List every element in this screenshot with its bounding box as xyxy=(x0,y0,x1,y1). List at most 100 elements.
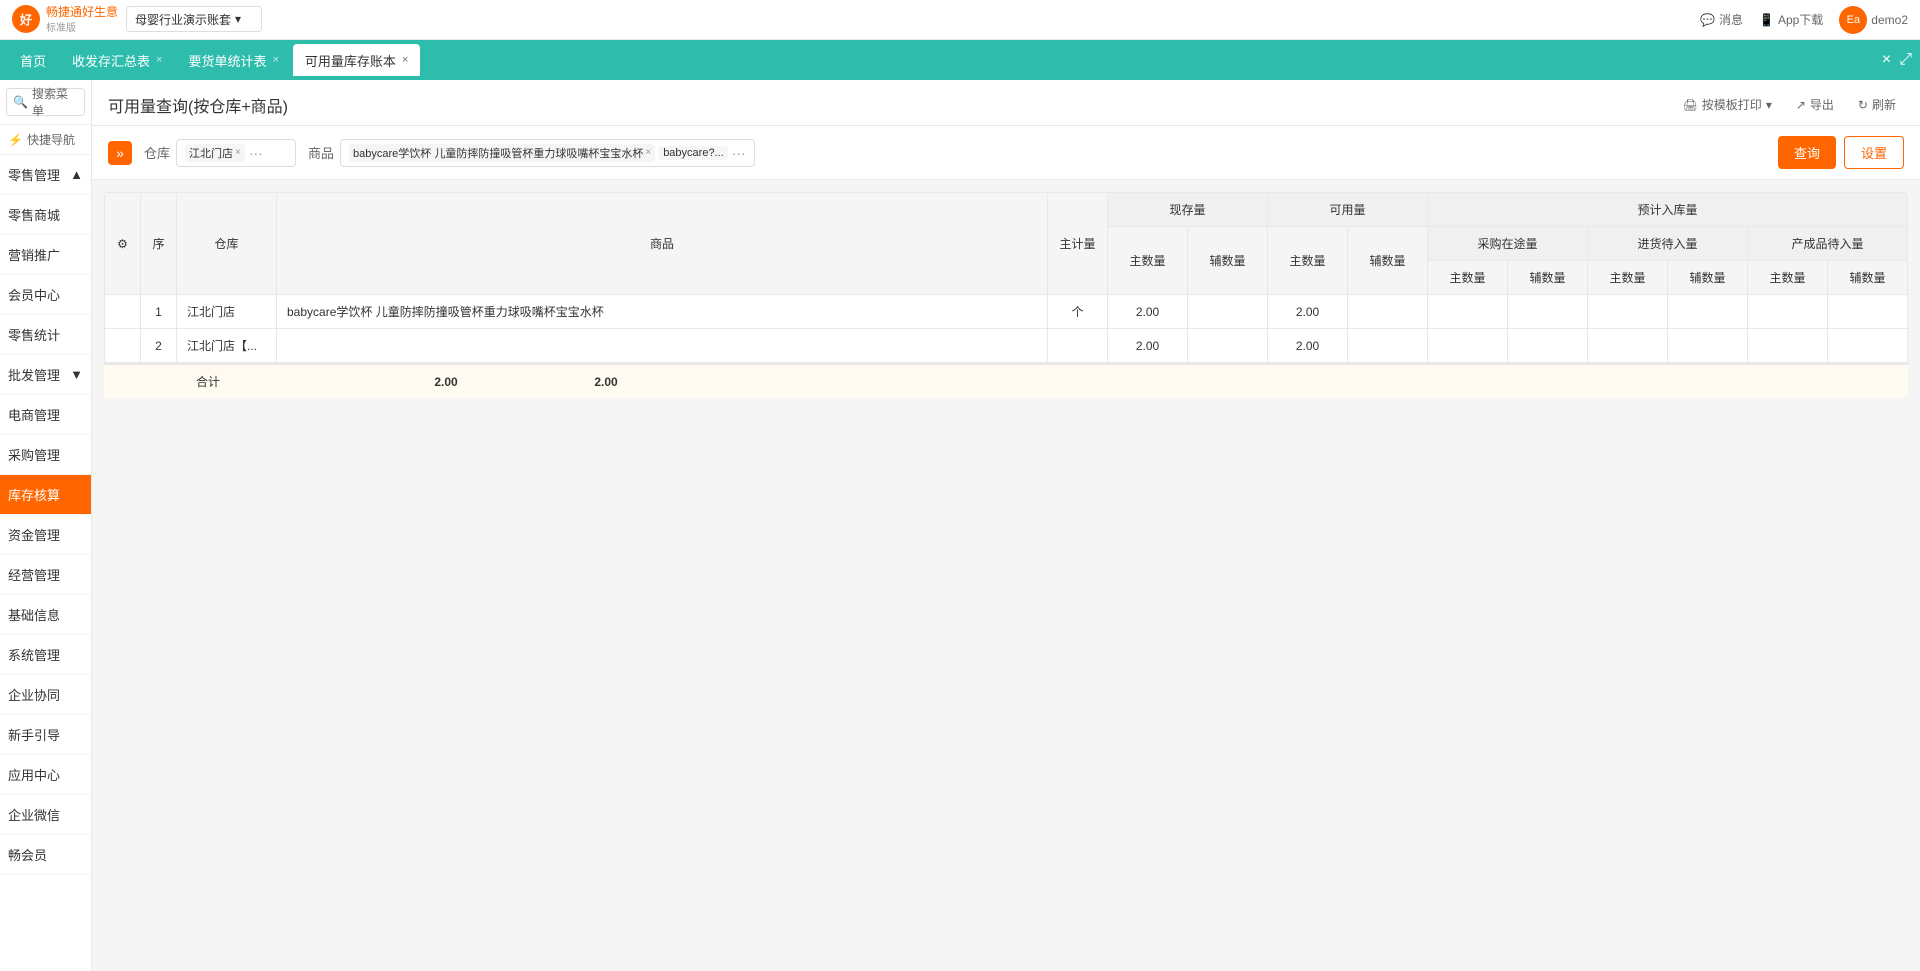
query-button[interactable]: 查询 xyxy=(1778,136,1836,169)
tab-yao-huo-dan[interactable]: 要货单统计表 × xyxy=(176,44,290,76)
tab-close-icon[interactable]: × xyxy=(272,54,278,66)
row-unit xyxy=(1048,329,1108,363)
sidebar-item-member-center[interactable]: 会员中心 xyxy=(0,275,91,315)
page-header: 可用量查询(按仓库+商品) 🖨 按模板打印 ▾ ↗ 导出 ↻ 刷新 xyxy=(92,80,1920,126)
row-avail-main: 2.00 xyxy=(1268,329,1348,363)
top-bar: 好 畅捷通好生意 标准版 母婴行业演示账套 ▾ 💬 消息 📱 App下载 Ea … xyxy=(0,0,1920,40)
sidebar-item-enterprise-collab[interactable]: 企业协同 xyxy=(0,675,91,715)
sidebar-search-section: 🔍 搜索菜单 xyxy=(0,80,91,125)
sidebar-item-enterprise-wechat[interactable]: 企业微信 xyxy=(0,795,91,835)
row-stock-aux xyxy=(1188,295,1268,329)
tab-close-icon[interactable]: × xyxy=(156,54,162,66)
sidebar-item-purchase[interactable]: 采购管理 xyxy=(0,435,91,475)
top-bar-right: 💬 消息 📱 App下载 Ea demo2 xyxy=(1700,6,1908,34)
product-ellipsis-icon[interactable]: ··· xyxy=(732,145,746,161)
filter-toggle-btn[interactable]: » xyxy=(108,141,132,165)
message-icon: 💬 xyxy=(1700,13,1715,27)
tab-ke-yong-liang[interactable]: 可用量库存账本 × xyxy=(293,44,420,76)
close-all-tabs-icon[interactable]: × xyxy=(1882,51,1891,69)
th-product: 商品 xyxy=(277,193,1048,295)
th-settings[interactable]: ⚙ xyxy=(105,193,141,295)
data-table: ⚙ 序 仓库 商品 主计量 现存量 可用量 预计入库量 主数量 辅数量 主数量 … xyxy=(104,192,1908,363)
expand-icon[interactable]: ⤢ xyxy=(1899,51,1912,69)
table-footer: 合计 2.00 2.00 xyxy=(104,363,1908,398)
sidebar-item-new-guide[interactable]: 新手引导 xyxy=(0,715,91,755)
sidebar-item-ecommerce[interactable]: 电商管理 xyxy=(0,395,91,435)
row-settings-cell xyxy=(105,295,141,329)
sidebar-item-finance[interactable]: 资金管理 xyxy=(0,515,91,555)
settings-button[interactable]: 设置 xyxy=(1844,136,1904,169)
row-product-aux xyxy=(1828,295,1908,329)
row-product-aux xyxy=(1828,329,1908,363)
export-icon: ↗ xyxy=(1796,98,1806,112)
row-settings-cell xyxy=(105,329,141,363)
row-product-main xyxy=(1748,329,1828,363)
top-bar-left: 好 畅捷通好生意 标准版 母婴行业演示账套 ▾ xyxy=(12,5,262,34)
th-product-aux: 辅数量 xyxy=(1828,261,1908,295)
tab-shou-fa-cun[interactable]: 收发存汇总表 × xyxy=(60,44,174,76)
sidebar-item-quick-nav[interactable]: ⚡ 快捷导航 xyxy=(0,125,91,155)
product-input[interactable]: babycare学饮杯 儿童防摔防撞吸管杯重力球吸嘴杯宝宝水杯 × babyca… xyxy=(340,139,755,167)
row-avail-main: 2.00 xyxy=(1268,295,1348,329)
row-product: babycare学饮杯 儿童防摔防撞吸管杯重力球吸嘴杯宝宝水杯 xyxy=(277,295,1048,329)
export-btn[interactable]: ↗ 导出 xyxy=(1788,92,1842,117)
page-header-actions: 🖨 按模板打印 ▾ ↗ 导出 ↻ 刷新 xyxy=(1675,92,1904,117)
product-filter-group: 商品 babycare学饮杯 儿童防摔防撞吸管杯重力球吸嘴杯宝宝水杯 × bab… xyxy=(308,139,755,167)
sidebar-item-retail-stats[interactable]: 零售统计 xyxy=(0,315,91,355)
row-purchase-aux xyxy=(1508,329,1588,363)
industry-select[interactable]: 母婴行业演示账套 ▾ xyxy=(126,6,262,32)
product-label: 商品 xyxy=(308,143,334,162)
th-pending-aux: 辅数量 xyxy=(1668,261,1748,295)
sidebar-item-system-mgmt[interactable]: 系统管理 xyxy=(0,635,91,675)
footer-total-label: 合计 xyxy=(186,373,346,390)
th-main-unit: 主计量 xyxy=(1048,193,1108,295)
sidebar-item-app-center[interactable]: 应用中心 xyxy=(0,755,91,795)
filter-action-btns: 查询 设置 xyxy=(1778,136,1904,169)
th-warehouse: 仓库 xyxy=(177,193,277,295)
chevron-down-icon: ▾ xyxy=(235,12,241,26)
row-pending-aux xyxy=(1668,295,1748,329)
th-purchase-pending-group: 进货待入量 xyxy=(1588,227,1748,261)
row-purchase-aux xyxy=(1508,295,1588,329)
app-download-btn[interactable]: 📱 App下载 xyxy=(1759,11,1823,28)
row-stock-aux xyxy=(1188,329,1268,363)
row-purchase-main xyxy=(1428,329,1508,363)
tab-home[interactable]: 首页 xyxy=(8,44,58,76)
warehouse-input[interactable]: 江北门店 × ··· xyxy=(176,139,296,167)
th-product-main: 主数量 xyxy=(1748,261,1828,295)
chevron-down-icon: ▾ xyxy=(1766,98,1772,112)
tag-close-icon[interactable]: × xyxy=(645,147,651,158)
sidebar-item-chang-member[interactable]: 畅会员 xyxy=(0,835,91,875)
print-template-btn[interactable]: 🖨 按模板打印 ▾ xyxy=(1675,92,1780,117)
product-tag-2: babycare?... xyxy=(659,146,728,160)
th-stock-aux: 辅数量 xyxy=(1188,227,1268,295)
tag-close-icon[interactable]: × xyxy=(235,147,241,158)
search-icon: 🔍 xyxy=(13,95,28,109)
sidebar-item-basic-info[interactable]: 基础信息 xyxy=(0,595,91,635)
tab-close-icon[interactable]: × xyxy=(402,54,408,66)
refresh-btn[interactable]: ↻ 刷新 xyxy=(1850,92,1904,117)
row-avail-aux xyxy=(1348,295,1428,329)
th-purchase-main: 主数量 xyxy=(1428,261,1508,295)
th-purchase-aux: 辅数量 xyxy=(1508,261,1588,295)
th-num: 序 xyxy=(141,193,177,295)
sidebar-item-retail-mgmt[interactable]: 零售管理 ▲ xyxy=(0,155,91,195)
sidebar-item-business-mgmt[interactable]: 经营管理 xyxy=(0,555,91,595)
sidebar-item-wholesale-mgmt[interactable]: 批发管理 ▼ xyxy=(0,355,91,395)
row-product-main xyxy=(1748,295,1828,329)
sidebar-item-marketing[interactable]: 营销推广 xyxy=(0,235,91,275)
row-num: 1 xyxy=(141,295,177,329)
ellipsis-icon[interactable]: ··· xyxy=(249,145,263,161)
row-product xyxy=(277,329,1048,363)
table-container: ⚙ 序 仓库 商品 主计量 现存量 可用量 预计入库量 主数量 辅数量 主数量 … xyxy=(104,192,1908,398)
nav-right-actions: × ⤢ xyxy=(1882,51,1912,69)
footer-avail-main: 2.00 xyxy=(566,375,646,389)
user-profile[interactable]: Ea demo2 xyxy=(1839,6,1908,34)
search-menu-btn[interactable]: 🔍 搜索菜单 xyxy=(6,88,85,116)
sidebar-item-inventory[interactable]: 库存核算 xyxy=(0,475,91,515)
sidebar-item-retail-mall[interactable]: 零售商城 xyxy=(0,195,91,235)
message-btn[interactable]: 💬 消息 xyxy=(1700,11,1743,28)
page-title: 可用量查询(按仓库+商品) xyxy=(108,93,288,117)
product-tag-1: babycare学饮杯 儿童防摔防撞吸管杯重力球吸嘴杯宝宝水杯 × xyxy=(349,144,655,162)
table-row: 1 江北门店 babycare学饮杯 儿童防摔防撞吸管杯重力球吸嘴杯宝宝水杯 个… xyxy=(105,295,1908,329)
